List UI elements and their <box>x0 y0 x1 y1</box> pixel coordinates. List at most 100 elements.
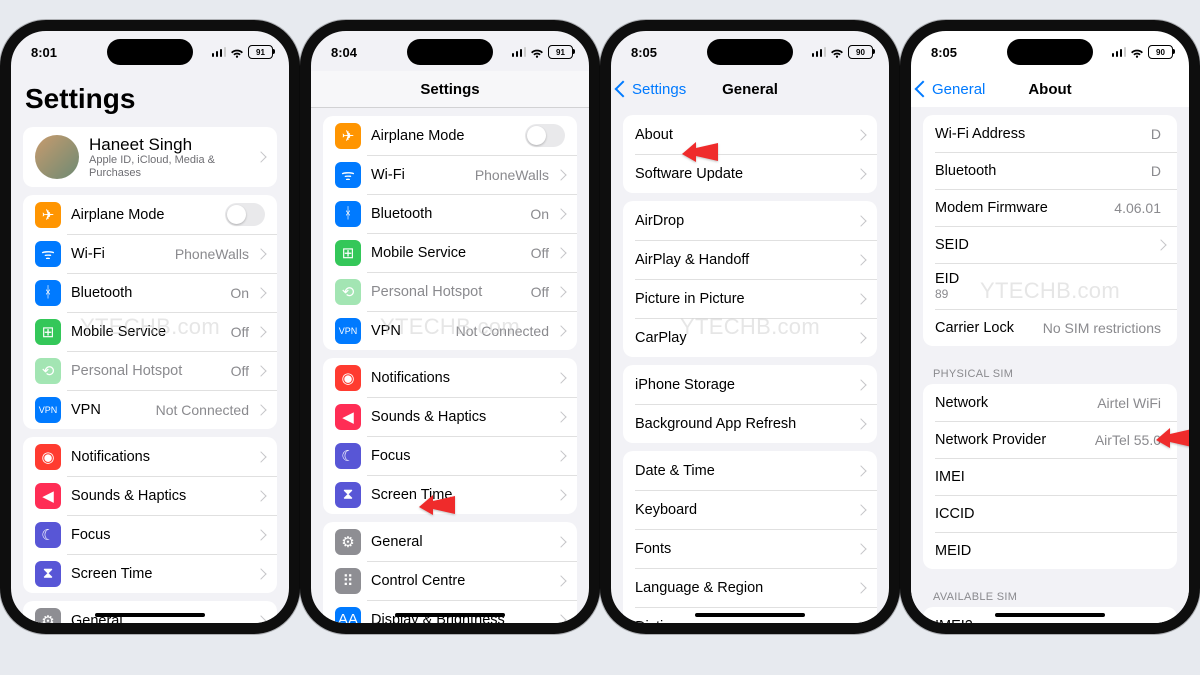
chevron-right-icon <box>855 582 866 593</box>
row-airdrop[interactable]: AirDrop <box>623 201 877 240</box>
chevron-right-icon <box>255 404 266 415</box>
battery-icon: 90 <box>848 45 873 59</box>
about-group: AboutSoftware Update <box>623 115 877 193</box>
dynamic-island <box>707 39 793 65</box>
row-label: AirPlay & Handoff <box>635 252 853 268</box>
avatar <box>35 135 79 179</box>
chevron-right-icon <box>855 543 866 554</box>
section-header: PHYSICAL SIM <box>911 354 1189 382</box>
row-label: Airplane Mode <box>371 128 525 144</box>
row-picture-in-picture[interactable]: Picture in Picture <box>623 279 877 318</box>
chevron-right-icon <box>555 372 566 383</box>
chevron-right-icon <box>555 489 566 500</box>
row-wi-fi-address: Wi-Fi AddressD <box>923 115 1177 152</box>
nav-header: Settings General <box>611 71 889 107</box>
row-date-time[interactable]: Date & Time <box>623 451 877 490</box>
row-wi-fi[interactable]: ᯤWi-FiPhoneWalls <box>323 155 577 194</box>
vpn-icon: VPN <box>335 318 361 344</box>
row-about[interactable]: About <box>623 115 877 154</box>
row-label: Carrier Lock <box>935 320 1043 336</box>
row-bluetooth[interactable]: ᚼBluetoothOn <box>323 194 577 233</box>
chevron-right-icon <box>255 287 266 298</box>
row-label: SEID <box>935 237 1153 253</box>
chevron-right-icon <box>855 379 866 390</box>
apple-id-row[interactable]: Haneet Singh Apple ID, iCloud, Media & P… <box>23 127 277 187</box>
chevron-right-icon <box>255 451 266 462</box>
wifi-icon <box>830 45 844 59</box>
home-indicator[interactable] <box>995 613 1105 617</box>
row-fonts[interactable]: Fonts <box>623 529 877 568</box>
chevron-right-icon <box>555 536 566 547</box>
row-sounds-haptics[interactable]: ◀︎Sounds & Haptics <box>23 476 277 515</box>
general-group: ⚙︎General⠿Control CentreAADisplay & Brig… <box>323 522 577 626</box>
row-background-app-refresh[interactable]: Background App Refresh <box>623 404 877 443</box>
row-control-centre[interactable]: ⠿Control Centre <box>323 561 577 600</box>
toggle[interactable] <box>525 124 565 147</box>
row-airplane-mode[interactable]: ✈︎Airplane Mode <box>23 195 277 234</box>
home-indicator[interactable] <box>395 613 505 617</box>
general-page: AboutSoftware Update AirDrop AirPlay & Ha… <box>611 107 889 625</box>
row-iphone-storage[interactable]: iPhone Storage <box>623 365 877 404</box>
row-notifications[interactable]: ◉Notifications <box>23 437 277 476</box>
row-label: ICCID <box>935 506 1161 522</box>
chevron-right-icon <box>555 411 566 422</box>
row-airplane-mode[interactable]: ✈︎Airplane Mode <box>323 116 577 155</box>
row-airplay-handoff[interactable]: AirPlay & Handoff <box>623 240 877 279</box>
home-indicator[interactable] <box>695 613 805 617</box>
chevron-right-icon <box>255 248 266 259</box>
row-screen-time[interactable]: ⧗Screen Time <box>323 475 577 514</box>
back-button[interactable]: Settings <box>617 71 686 107</box>
row-network: NetworkAirtel WiFi <box>923 384 1177 421</box>
chevron-right-icon <box>555 169 566 180</box>
row-software-update[interactable]: Software Update <box>623 154 877 193</box>
wifi-icon <box>230 45 244 59</box>
row-label: Focus <box>371 448 553 464</box>
row-language-region[interactable]: Language & Region <box>623 568 877 607</box>
ctrl-icon: ⠿ <box>335 568 361 594</box>
row-wi-fi[interactable]: ᯤWi-FiPhoneWalls <box>23 234 277 273</box>
row-eid: EID89 <box>923 263 1177 309</box>
row-personal-hotspot[interactable]: ⟲Personal HotspotOff <box>23 351 277 390</box>
home-indicator[interactable] <box>95 613 205 617</box>
row-mobile-service[interactable]: ⊞Mobile ServiceOff <box>323 233 577 272</box>
row-seid[interactable]: SEID <box>923 226 1177 263</box>
row-notifications[interactable]: ◉Notifications <box>323 358 577 397</box>
row-general[interactable]: ⚙︎General <box>323 522 577 561</box>
row-sounds-haptics[interactable]: ◀︎Sounds & Haptics <box>323 397 577 436</box>
nav-header: Settings <box>311 71 589 108</box>
row-focus[interactable]: ☾Focus <box>323 436 577 475</box>
chevron-right-icon <box>1155 239 1166 250</box>
vpn-icon: VPN <box>35 397 61 423</box>
hour-icon: ⧗ <box>335 482 361 508</box>
chevron-right-icon <box>255 529 266 540</box>
row-mobile-service[interactable]: ⊞Mobile ServiceOff <box>23 312 277 351</box>
row-focus[interactable]: ☾Focus <box>23 515 277 554</box>
back-label: Settings <box>632 81 686 98</box>
row-keyboard[interactable]: Keyboard <box>623 490 877 529</box>
row-label: Fonts <box>635 541 853 557</box>
row-label: IMEI <box>935 469 1161 485</box>
nav-title: Settings <box>420 81 479 98</box>
bell-icon: ◉ <box>35 444 61 470</box>
toggle[interactable] <box>225 203 265 226</box>
dynamic-island <box>107 39 193 65</box>
phone-4: 8:05 90 General About Wi-Fi AddressDBlue… <box>900 20 1200 634</box>
connectivity-group: ✈︎Airplane ModeᯤWi-FiPhoneWallsᚼBluetoot… <box>323 116 577 350</box>
row-value: No SIM restrictions <box>1043 320 1161 336</box>
cell-signal-icon <box>1112 47 1127 57</box>
row-screen-time[interactable]: ⧗Screen Time <box>23 554 277 593</box>
row-label: Personal Hotspot <box>71 363 231 379</box>
row-carplay[interactable]: CarPlay <box>623 318 877 357</box>
airdrop-group: AirDrop AirPlay & Handoff Picture in Pictu… <box>623 201 877 357</box>
back-button[interactable]: General <box>917 71 985 107</box>
chevron-right-icon <box>555 286 566 297</box>
row-label: Notifications <box>371 370 553 386</box>
row-vpn[interactable]: VPNVPNNot Connected <box>23 390 277 429</box>
row-value: On <box>230 285 249 301</box>
row-vpn[interactable]: VPNVPNNot Connected <box>323 311 577 350</box>
row-value: On <box>530 206 549 222</box>
row-personal-hotspot[interactable]: ⟲Personal HotspotOff <box>323 272 577 311</box>
wifi-icon <box>1130 45 1144 59</box>
row-bluetooth[interactable]: ᚼBluetoothOn <box>23 273 277 312</box>
row-network-provider: Network ProviderAirTel 55.0 <box>923 421 1177 458</box>
